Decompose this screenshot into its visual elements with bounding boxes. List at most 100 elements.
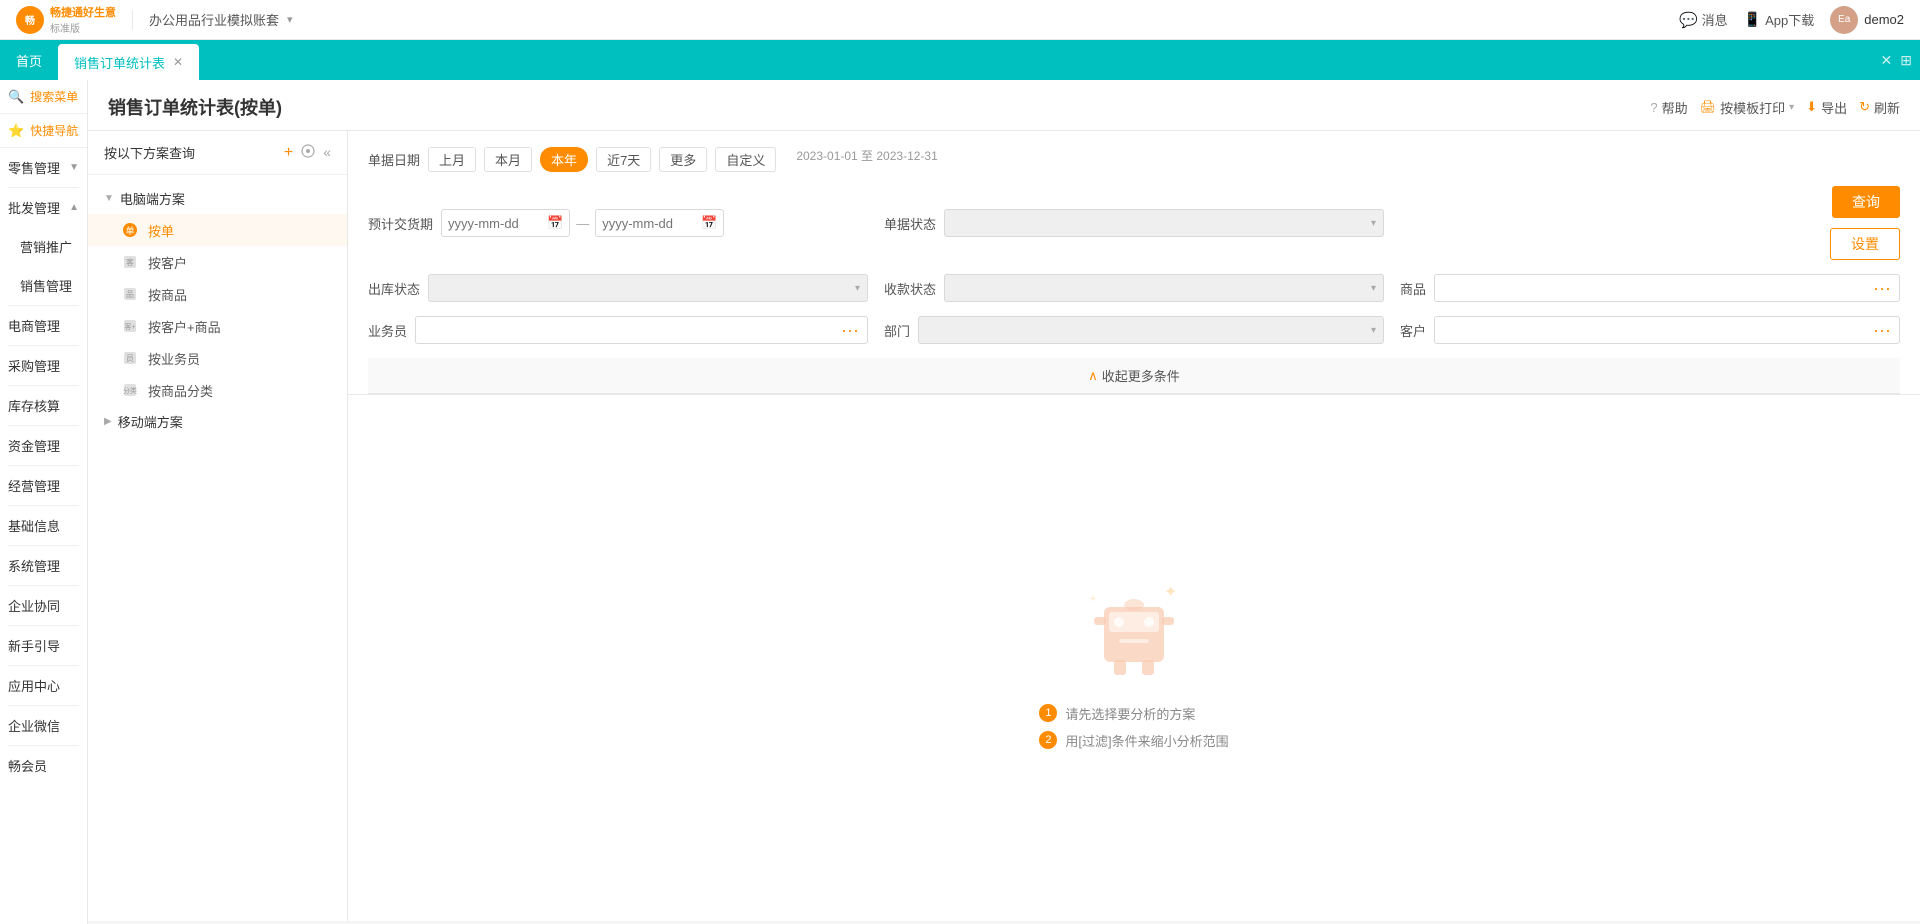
sidebar-inventory-label: 库存核算 bbox=[8, 396, 60, 415]
tab-bar-controls: ✕ ⊞ bbox=[1881, 52, 1920, 69]
date-btn-more[interactable]: 更多 bbox=[659, 147, 707, 172]
avatar: Ea bbox=[1830, 6, 1858, 34]
sidebar-item-basic[interactable]: 基础信息 bbox=[0, 506, 87, 545]
date-range-display: 2023-01-01 至 2023-12-31 bbox=[796, 147, 937, 164]
tab-sales-stats[interactable]: 销售订单统计表 ✕ bbox=[58, 44, 199, 80]
sidebar-item-member[interactable]: 畅会员 bbox=[0, 746, 87, 785]
message-button[interactable]: 💬 消息 bbox=[1679, 10, 1728, 29]
print-dropdown-arrow[interactable]: ▾ bbox=[1789, 102, 1794, 113]
sidebar-basic-label: 基础信息 bbox=[8, 516, 60, 535]
sidebar-appcenter-label: 应用中心 bbox=[8, 676, 60, 695]
date-btn-this-year[interactable]: 本年 bbox=[540, 147, 588, 172]
left-panel-title: 按以下方案查询 bbox=[104, 143, 195, 162]
sidebar-item-ecommerce[interactable]: 电商管理 bbox=[0, 306, 87, 345]
tip-num-2: 2 bbox=[1039, 731, 1057, 749]
action-buttons: 查询 设置 bbox=[1400, 186, 1900, 260]
query-button[interactable]: 查询 bbox=[1832, 186, 1900, 218]
tab-close-icon[interactable]: ✕ bbox=[173, 55, 183, 69]
svg-text:员: 员 bbox=[126, 354, 134, 363]
customer-input-area[interactable]: ··· bbox=[1434, 316, 1900, 344]
date-btn-this-month[interactable]: 本月 bbox=[484, 147, 532, 172]
receipt-status-label: 收款状态 bbox=[884, 279, 936, 298]
tip-text-1: 请先选择要分析的方案 bbox=[1065, 704, 1195, 723]
sidebar-quick-nav[interactable]: ⭐ 快捷导航 bbox=[0, 114, 87, 148]
salesperson-input-area[interactable]: ··· bbox=[415, 316, 868, 344]
scheme-item-by-product-category[interactable]: 分类 按商品分类 bbox=[88, 374, 347, 406]
refresh-button[interactable]: ↻ 刷新 bbox=[1859, 98, 1900, 117]
goods-input-area[interactable]: ··· bbox=[1434, 274, 1900, 302]
scheme-item-by-order[interactable]: 单 按单 bbox=[88, 214, 347, 246]
department-select[interactable] bbox=[918, 316, 1384, 344]
settings-button[interactable]: 设置 bbox=[1830, 228, 1900, 260]
shipment-status-label: 出库状态 bbox=[368, 279, 420, 298]
shipment-status-select[interactable] bbox=[428, 274, 868, 302]
by-customer-product-icon: 客+ bbox=[120, 316, 140, 336]
scheme-item-by-customer-product[interactable]: 客+ 按客户+商品 bbox=[88, 310, 347, 342]
window-close-icon[interactable]: ✕ bbox=[1881, 52, 1893, 69]
order-status-select[interactable] bbox=[944, 209, 1384, 237]
export-button[interactable]: ⬇ 导出 bbox=[1806, 98, 1847, 117]
scheme-item-by-salesperson[interactable]: 员 按业务员 bbox=[88, 342, 347, 374]
help-button[interactable]: ? 帮助 bbox=[1650, 98, 1687, 117]
desktop-scheme-group-header[interactable]: ▼ 电脑端方案 bbox=[88, 183, 347, 214]
app-download-button[interactable]: 📱 App下载 bbox=[1744, 10, 1815, 29]
collapse-row[interactable]: ∧ 收起更多条件 bbox=[368, 358, 1900, 394]
window-title-dropdown[interactable]: ▾ bbox=[287, 13, 293, 26]
sidebar-item-wholesale[interactable]: 批发管理 ▲ bbox=[0, 188, 87, 227]
filter-panel: 单据日期 上月 本月 本年 近7天 更多 自定义 2023-01-01 至 20… bbox=[348, 131, 1920, 395]
sidebar-system-label: 系统管理 bbox=[8, 556, 60, 575]
print-icon: 🖨 bbox=[1700, 99, 1717, 115]
sidebar-item-enterprise-wechat[interactable]: 企业微信 bbox=[0, 706, 87, 745]
svg-text:品: 品 bbox=[126, 290, 134, 299]
receipt-status-select[interactable] bbox=[944, 274, 1384, 302]
left-panel-header: 按以下方案查询 + « bbox=[88, 131, 347, 175]
customer-dots[interactable]: ··· bbox=[1873, 320, 1891, 341]
sidebar-item-sales[interactable]: 销售管理 bbox=[0, 266, 87, 305]
scheme-by-salesperson-label: 按业务员 bbox=[148, 349, 200, 368]
sidebar-item-marketing[interactable]: 营销推广 bbox=[0, 227, 87, 266]
end-date-input[interactable] bbox=[602, 216, 697, 231]
scheme-item-by-product[interactable]: 品 按商品 bbox=[88, 278, 347, 310]
start-date-input[interactable] bbox=[448, 216, 543, 231]
search-icon: 🔍 bbox=[8, 89, 24, 105]
sidebar-ecommerce-label: 电商管理 bbox=[8, 316, 60, 335]
sidebar-item-retail[interactable]: 零售管理 ▼ bbox=[0, 148, 87, 187]
desktop-group-arrow: ▼ bbox=[104, 193, 114, 204]
settings-scheme-button[interactable] bbox=[301, 144, 315, 162]
tab-home[interactable]: 首页 bbox=[0, 40, 58, 80]
sidebar-item-finance[interactable]: 资金管理 bbox=[0, 426, 87, 465]
template-print-button[interactable]: 🖨 按模板打印 ▾ bbox=[1700, 98, 1795, 117]
end-date-input-wrapper[interactable]: 📅 bbox=[595, 209, 724, 237]
empty-tips: 1 请先选择要分析的方案 2 用[过滤]条件来缩小分析范围 bbox=[1039, 704, 1228, 750]
mobile-scheme-group: ▶ 移动端方案 bbox=[88, 406, 347, 437]
sidebar-item-system[interactable]: 系统管理 bbox=[0, 546, 87, 585]
sidebar-item-appcenter[interactable]: 应用中心 bbox=[0, 666, 87, 705]
sidebar-sales-label: 销售管理 bbox=[20, 276, 72, 295]
date-btn-last-month[interactable]: 上月 bbox=[428, 147, 476, 172]
svg-text:分类: 分类 bbox=[123, 386, 137, 395]
sidebar-item-newbie[interactable]: 新手引导 bbox=[0, 626, 87, 665]
sidebar-item-enterprise[interactable]: 企业协同 bbox=[0, 586, 87, 625]
sidebar-item-operations[interactable]: 经营管理 bbox=[0, 466, 87, 505]
left-panel: 按以下方案查询 + « bbox=[88, 131, 348, 921]
sidebar-item-inventory[interactable]: 库存核算 bbox=[0, 386, 87, 425]
salesperson-dots[interactable]: ··· bbox=[841, 320, 859, 341]
export-icon: ⬇ bbox=[1806, 99, 1817, 115]
scheme-item-by-customer[interactable]: 客 按客户 bbox=[88, 246, 347, 278]
by-product-category-icon: 分类 bbox=[120, 380, 140, 400]
filter-customer: 客户 ··· bbox=[1400, 316, 1900, 344]
date-btn-7days[interactable]: 近7天 bbox=[596, 147, 651, 172]
add-scheme-button[interactable]: + bbox=[284, 144, 293, 162]
window-maximize-icon[interactable]: ⊞ bbox=[1900, 52, 1912, 69]
date-btn-custom[interactable]: 自定义 bbox=[715, 147, 776, 172]
svg-text:✦: ✦ bbox=[1089, 594, 1097, 605]
start-date-input-wrapper[interactable]: 📅 bbox=[441, 209, 570, 237]
sidebar-item-purchase[interactable]: 采购管理 bbox=[0, 346, 87, 385]
user-area[interactable]: Ea demo2 bbox=[1830, 6, 1904, 34]
collapse-panel-button[interactable]: « bbox=[323, 144, 331, 162]
mobile-scheme-group-header[interactable]: ▶ 移动端方案 bbox=[88, 406, 347, 437]
goods-dots[interactable]: ··· bbox=[1873, 278, 1891, 299]
sidebar-member-label: 畅会员 bbox=[8, 756, 47, 775]
sidebar-search[interactable]: 🔍 搜索菜单 bbox=[0, 80, 87, 114]
tip-num-1: 1 bbox=[1039, 704, 1057, 722]
